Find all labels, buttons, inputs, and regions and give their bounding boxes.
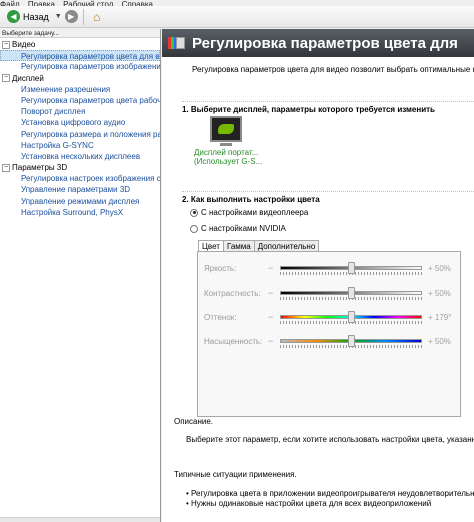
slider-label: Насыщенность: [204, 337, 263, 346]
back-arrow-icon: ◀ [7, 10, 20, 23]
horizontal-scrollbar[interactable] [0, 517, 160, 522]
usage-bullet: • Нужны одинаковые настройки цвета для в… [186, 499, 432, 508]
radio-button[interactable] [190, 208, 198, 217]
tab-gamma[interactable]: Гамма [222, 240, 255, 251]
description-label: Описание. [174, 417, 214, 426]
tree-item-desktop-color[interactable]: Регулировка параметров цвета рабочег [0, 95, 160, 106]
hue-thumb[interactable] [347, 311, 355, 323]
back-history-dropdown-icon[interactable]: ▼ [55, 13, 62, 20]
slider-label: Оттенок: [204, 313, 237, 322]
page-header: Регулировка параметров цвета для [162, 29, 474, 57]
brightness-thumb[interactable] [347, 262, 355, 274]
task-tree-pane: Выберите задачу... − Видео Регулировка п… [0, 29, 161, 522]
slider-label: Яркость: [204, 264, 237, 273]
display-subtitle: (Использует G-S... [194, 157, 263, 166]
slider-value: + 50% [428, 337, 451, 346]
decrease-button[interactable]: − [268, 288, 273, 298]
hue-slider-row: Оттенок: − + 179° [198, 311, 462, 325]
section-title: 2. Как выполнить настройки цвета [182, 195, 320, 204]
color-tab-panel: Яркость: − + 50% Контрастность: − + 50% … [197, 251, 461, 417]
tree-category-display[interactable]: − Дисплей [0, 73, 160, 84]
forward-button[interactable]: ▶ [64, 10, 78, 23]
section-color-method: 2. Как выполнить настройки цвета [182, 191, 474, 204]
monitor-stand [220, 143, 232, 146]
section-select-display: 1. Выберите дисплей, параметры которого … [182, 101, 474, 114]
tree-item-display-modes[interactable]: Управление режимами дисплея [0, 196, 160, 207]
page-title: Регулировка параметров цвета для [192, 34, 458, 52]
radio-player-settings[interactable]: С настройками видеоплеера [190, 208, 308, 217]
display-thumbnail[interactable] [210, 116, 242, 142]
tree-category-label: Дисплей [12, 73, 44, 83]
toolbar: ◀ Назад ▼ ▶ ⌂ [0, 6, 474, 28]
tab-advanced[interactable]: Дополнительно [253, 240, 320, 251]
display-name[interactable]: Дисплей портат... [194, 148, 258, 157]
slider-value: + 179° [428, 313, 452, 322]
usage-bullet: • Регулировка цвета в приложении видеопр… [186, 489, 474, 498]
tree-item-video-image[interactable]: Регулировка параметров изображения д [0, 61, 160, 72]
brightness-slider-row: Яркость: − + 50% [198, 262, 462, 276]
tree-item-gsync[interactable]: Настройка G-SYNC [0, 140, 160, 151]
tree-item-desktop-size[interactable]: Регулировка размера и положения рабо [0, 129, 160, 140]
back-button[interactable]: ◀ Назад [4, 8, 52, 26]
saturation-slider-row: Насыщенность: − + 50% [198, 335, 462, 349]
task-tree: − Видео Регулировка параметров цвета для… [0, 38, 160, 218]
collapse-icon[interactable]: − [2, 74, 10, 83]
decrease-button[interactable]: − [268, 336, 273, 346]
color-settings-icon [168, 35, 186, 51]
contrast-slider-row: Контрастность: − + 50% [198, 287, 462, 301]
radio-label: С настройками NVIDIA [201, 224, 286, 233]
slider-label: Контрастность: [204, 289, 261, 298]
tree-category-video[interactable]: − Видео [0, 39, 160, 50]
radio-nvidia-settings[interactable]: С настройками NVIDIA [190, 224, 286, 233]
contrast-thumb[interactable] [347, 287, 355, 299]
tree-item-rotate[interactable]: Поворот дисплея [0, 106, 160, 117]
description-text: Выберите этот параметр, если хотите испо… [186, 435, 474, 444]
slider-value: + 50% [428, 264, 451, 273]
usage-label: Типичные ситуации применения. [174, 470, 297, 479]
tree-category-3d[interactable]: − Параметры 3D [0, 162, 160, 173]
collapse-icon[interactable]: − [2, 40, 10, 49]
collapse-icon[interactable]: − [2, 163, 10, 172]
nvidia-logo-icon [218, 124, 234, 134]
tree-item-surround-physx[interactable]: Настройка Surround, PhysX [0, 207, 160, 218]
tree-item-digital-audio[interactable]: Установка цифрового аудио [0, 117, 160, 128]
tree-item-multi-display[interactable]: Установка нескольких дисплеев [0, 151, 160, 162]
decrease-button[interactable]: − [268, 312, 273, 322]
content-pane: Регулировка параметров цвета для Регулир… [162, 29, 474, 522]
radio-label: С настройками видеоплеера [201, 208, 309, 217]
intro-text: Регулировка параметров цвета для видео п… [192, 65, 474, 74]
radio-button[interactable] [190, 224, 198, 233]
slider-value: + 50% [428, 289, 451, 298]
home-icon[interactable]: ⌂ [89, 9, 105, 25]
tree-item-3d-image[interactable]: Регулировка настроек изображения с п [0, 173, 160, 184]
tree-category-label: Параметры 3D [12, 163, 68, 173]
task-label: Выберите задачу... [0, 29, 160, 38]
tree-item-resolution[interactable]: Изменение разрешения [0, 84, 160, 95]
decrease-button[interactable]: − [268, 263, 273, 273]
saturation-thumb[interactable] [347, 335, 355, 347]
tree-category-label: Видео [12, 40, 36, 50]
tree-item-3d-settings[interactable]: Управление параметрами 3D [0, 184, 160, 195]
tree-item-video-color[interactable]: Регулировка параметров цвета для вид [0, 50, 160, 62]
toolbar-separator [82, 8, 84, 25]
back-button-label: Назад [23, 11, 49, 22]
section-title: 1. Выберите дисплей, параметры которого … [182, 105, 435, 114]
